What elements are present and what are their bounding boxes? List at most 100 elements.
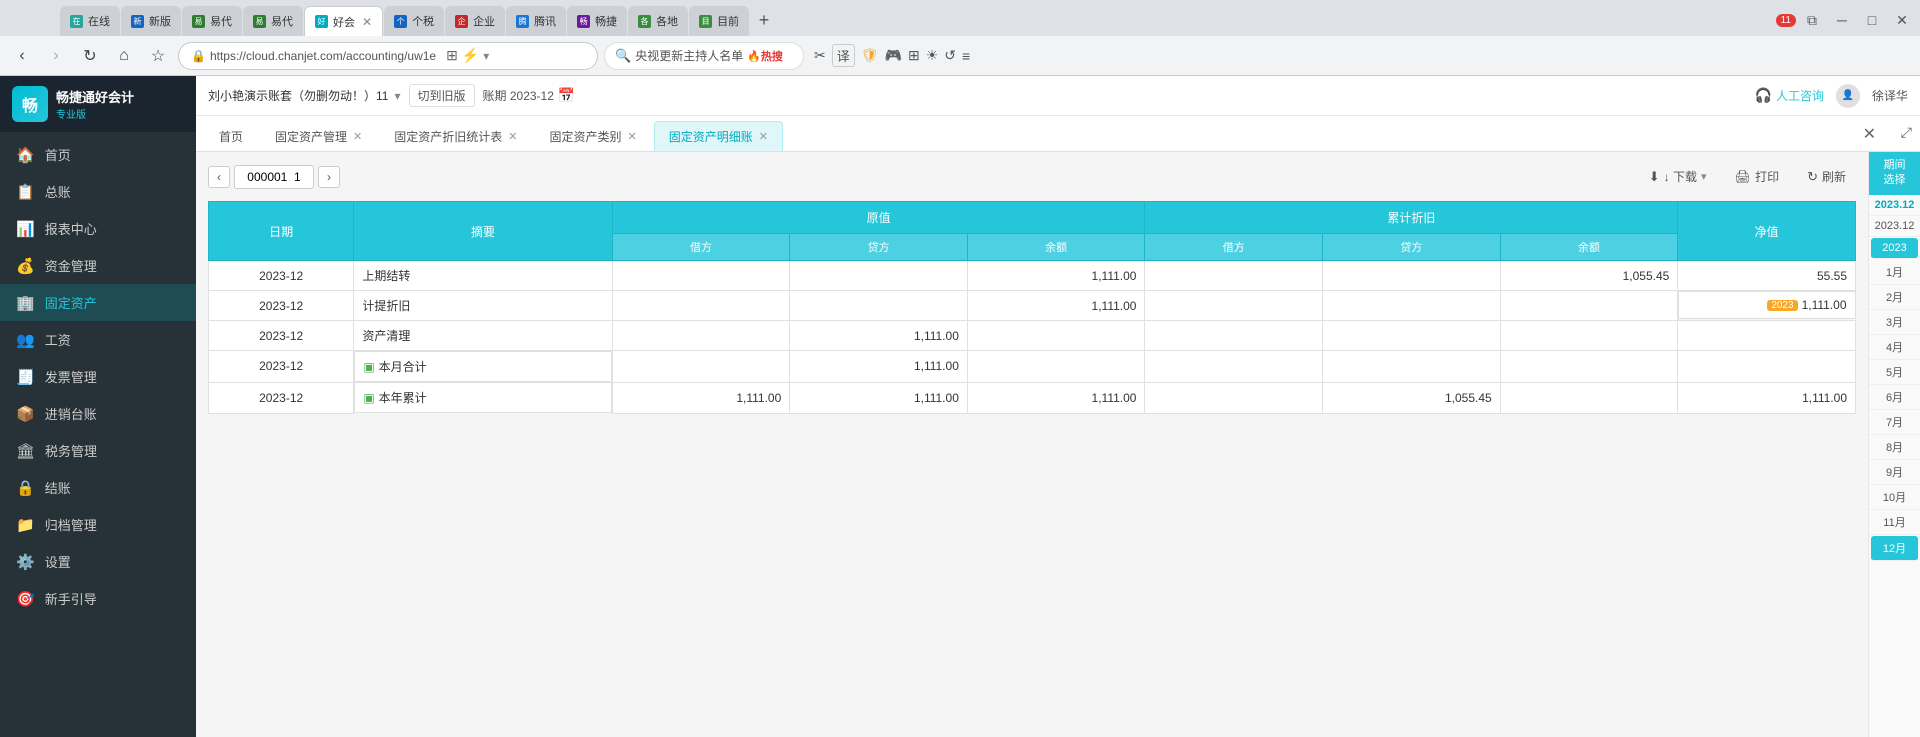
tab-label: 目前 — [717, 13, 739, 29]
tab-label: 易代 — [271, 13, 293, 29]
restore-window-button[interactable]: ⧉ — [1798, 6, 1826, 34]
tab-tengxun[interactable]: 腾 腾讯 — [506, 6, 566, 36]
tab-qiye[interactable]: 企 企业 — [445, 6, 505, 36]
download-button[interactable]: ⬇ ↓ 下载 ▾ — [1639, 164, 1717, 189]
sidebar-label: 固定资产 — [45, 293, 97, 312]
sidebar-item-closing[interactable]: 🔒 结账 — [0, 469, 196, 506]
period-item-may[interactable]: 5月 — [1869, 360, 1920, 385]
grid-view-button[interactable]: ⊞ — [908, 47, 920, 64]
sidebar-item-archive[interactable]: 📁 归档管理 — [0, 506, 196, 543]
dropdown-arrow-icon: ▾ — [1701, 170, 1707, 183]
sidebar-item-reports[interactable]: 📊 报表中心 — [0, 210, 196, 247]
search-box-area[interactable]: 🔍 央视更新主持人名单 🔥热搜 — [604, 42, 804, 70]
tab-close-icon[interactable]: ✕ — [362, 15, 372, 29]
brightness-button[interactable]: ☀ — [926, 47, 939, 64]
period-item-sep[interactable]: 9月 — [1869, 460, 1920, 485]
tab-gesui[interactable]: 个 个税 — [384, 6, 444, 36]
tab-depreciation-stats[interactable]: 固定资产折旧统计表 ✕ — [379, 121, 532, 151]
tab-fixed-assets-mgmt[interactable]: 固定资产管理 ✕ — [260, 121, 377, 151]
badge-count: 11 — [1776, 14, 1796, 27]
tab-label: 畅捷 — [595, 13, 617, 29]
tab-close-icon[interactable]: ✕ — [508, 130, 517, 143]
refresh-button[interactable]: ↻ — [76, 42, 104, 70]
period-item-mar[interactable]: 3月 — [1869, 310, 1920, 335]
tab-changjie[interactable]: 畅 畅捷 — [567, 6, 627, 36]
cell-net-value — [1678, 351, 1856, 383]
forward-button[interactable]: › — [42, 42, 70, 70]
history-button[interactable]: ↺ — [944, 47, 956, 64]
cell-accum-balance — [1500, 291, 1678, 321]
sidebar-item-purchase-sales[interactable]: 📦 进销台账 — [0, 395, 196, 432]
address-bar[interactable]: 🔒 https://cloud.chanjet.com/accounting/u… — [178, 42, 598, 70]
period-item-oct[interactable]: 10月 — [1869, 485, 1920, 510]
minimize-window-button[interactable]: ─ — [1828, 6, 1856, 34]
th-orig-debit: 借方 — [612, 234, 790, 261]
period-item-2023[interactable]: 2023 — [1871, 238, 1918, 259]
tab-home[interactable]: 首页 — [204, 121, 258, 151]
back-button[interactable]: ‹ — [8, 42, 36, 70]
tab-muqian[interactable]: 目 目前 — [689, 6, 749, 36]
sidebar-item-fixed-assets[interactable]: 🏢 固定资产 — [0, 284, 196, 321]
period-item-jun[interactable]: 6月 — [1869, 385, 1920, 410]
page-tabs: 首页 固定资产管理 ✕ 固定资产折旧统计表 ✕ 固定资产类别 ✕ 固定资产明细账… — [196, 116, 1920, 152]
service-button[interactable]: 🎧 人工咨询 — [1755, 87, 1824, 104]
close-panel-button[interactable]: ✕ — [1863, 124, 1876, 144]
tab-close-icon[interactable]: ✕ — [759, 130, 768, 143]
prev-page-button[interactable]: ‹ — [208, 166, 230, 188]
tab-asset-category[interactable]: 固定资产类别 ✕ — [534, 121, 651, 151]
sidebar-item-tax[interactable]: 🏛 税务管理 — [0, 432, 196, 469]
tab-zaixin[interactable]: 在 在线 — [60, 6, 120, 36]
tab-yidai2[interactable]: 易 易代 — [243, 6, 303, 36]
period-item-aug[interactable]: 8月 — [1869, 435, 1920, 460]
scissors-button[interactable]: ✂ — [814, 47, 826, 64]
print-button[interactable]: 🖨 打印 — [1725, 164, 1790, 189]
lightning-icon[interactable]: ⚡ — [462, 47, 479, 64]
period-item-selected1[interactable]: 2023.12 — [1869, 195, 1920, 216]
menu-button[interactable]: ≡ — [962, 48, 970, 64]
sidebar-item-general-ledger[interactable]: 📋 总账 — [0, 173, 196, 210]
sidebar-item-payroll[interactable]: 👥 工资 — [0, 321, 196, 358]
sidebar-label: 总账 — [45, 182, 71, 201]
switch-to-old-button[interactable]: 切到旧版 — [409, 84, 475, 107]
period-item-apr[interactable]: 4月 — [1869, 335, 1920, 360]
sidebar-item-guide[interactable]: 🎯 新手引导 — [0, 580, 196, 617]
sidebar-item-settings[interactable]: ⚙️ 设置 — [0, 543, 196, 580]
sidebar-item-funds[interactable]: 💰 资金管理 — [0, 247, 196, 284]
shield-button[interactable]: 🛡 — [861, 47, 879, 64]
page-number-input[interactable] — [234, 165, 314, 189]
dropdown-arrow-icon[interactable]: ▾ — [394, 89, 400, 103]
tab-close-icon[interactable]: ✕ — [628, 130, 637, 143]
period-item-selected2[interactable]: 2023.12 — [1869, 216, 1920, 237]
tab-asset-ledger[interactable]: 固定资产明细账 ✕ — [654, 121, 783, 151]
tab-xinban[interactable]: 新 新版 — [121, 6, 181, 36]
sidebar-item-home[interactable]: 🏠 首页 — [0, 136, 196, 173]
home-button[interactable]: ⌂ — [110, 42, 138, 70]
refresh-button[interactable]: ↻ 刷新 — [1797, 164, 1856, 189]
period-item-jan[interactable]: 1月 — [1869, 260, 1920, 285]
tab-gedi[interactable]: 各 各地 — [628, 6, 688, 36]
expand-panel-button[interactable]: ⤢ — [1901, 124, 1912, 141]
sidebar: 畅 畅捷通好会计 专业版 🏠 首页 📋 总账 📊 报表中心 💰 资金管理 — [0, 76, 196, 737]
sidebar-label: 归档管理 — [45, 515, 97, 534]
calendar-icon[interactable]: 📅 — [558, 87, 575, 104]
next-page-button[interactable]: › — [318, 166, 340, 188]
bookmark-button[interactable]: ☆ — [144, 42, 172, 70]
translate-button[interactable]: 译 — [832, 44, 855, 67]
period-item-jul[interactable]: 7月 — [1869, 410, 1920, 435]
game-button[interactable]: 🎮 — [885, 47, 902, 64]
period-item-feb[interactable]: 2月 — [1869, 285, 1920, 310]
tab-close-icon[interactable]: ✕ — [353, 130, 362, 143]
maximize-window-button[interactable]: □ — [1858, 6, 1886, 34]
site-info-icon[interactable]: ⊞ — [446, 47, 458, 64]
sidebar-item-invoices[interactable]: 🧾 发票管理 — [0, 358, 196, 395]
th-accum-debit: 借方 — [1145, 234, 1323, 261]
period-item-nov[interactable]: 11月 — [1869, 510, 1920, 535]
dropdown-icon[interactable]: ▾ — [483, 49, 489, 63]
company-name: 刘小艳演示账套（勿删勿动！）11 — [208, 87, 388, 104]
new-tab-button[interactable]: + — [750, 6, 778, 34]
tab-yidai1[interactable]: 易 易代 — [182, 6, 242, 36]
sidebar-label: 资金管理 — [45, 256, 97, 275]
close-window-button[interactable]: ✕ — [1888, 6, 1916, 34]
tab-haohui[interactable]: 好 好会 ✕ — [304, 6, 383, 36]
period-item-dec[interactable]: 12月 — [1871, 536, 1918, 561]
